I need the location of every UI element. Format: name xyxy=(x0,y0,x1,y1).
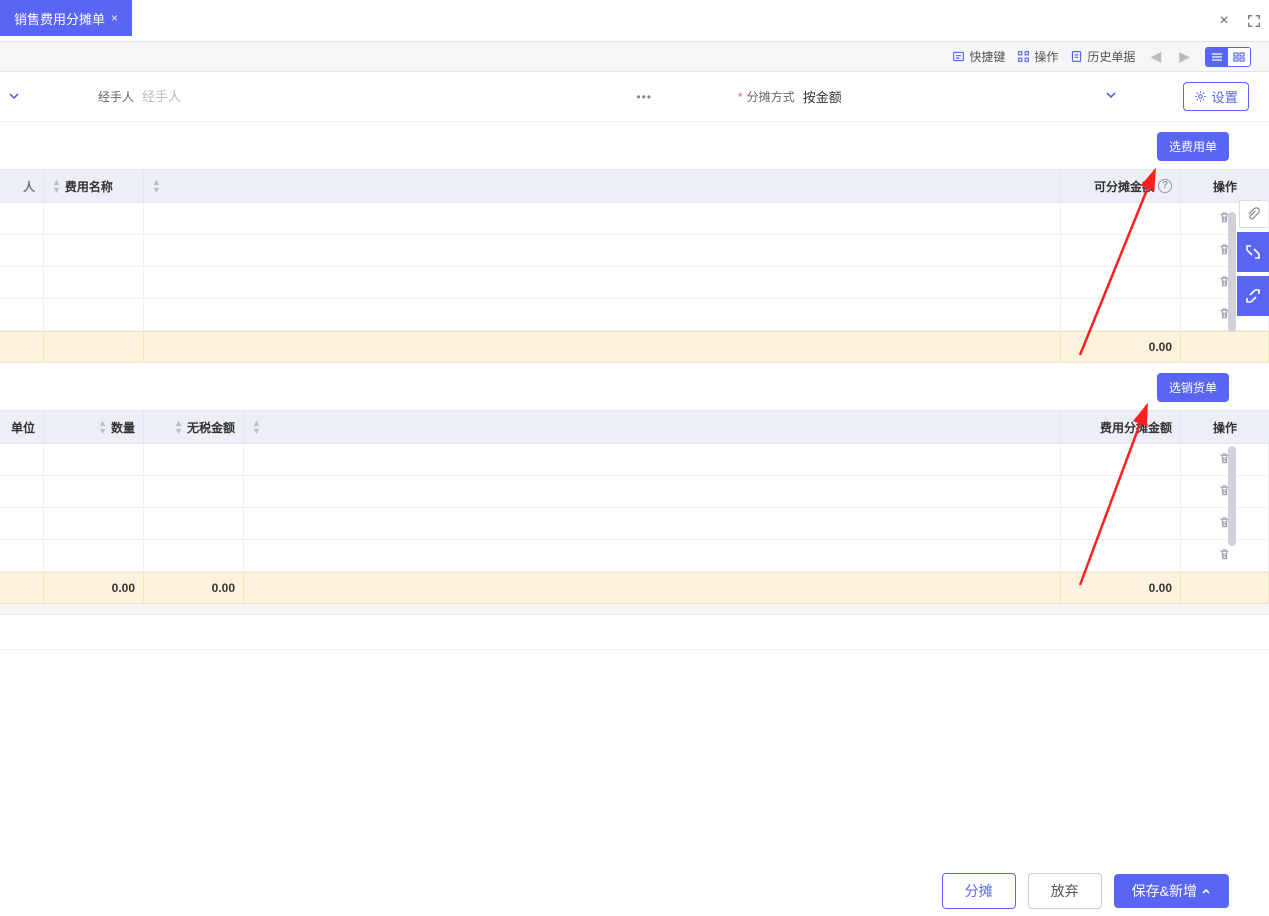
expense-section: 选费用单 人 ▲▼费用名称 ▲▼ 可分摊金额? 操作 0.00 xyxy=(0,122,1269,363)
th-op2: 操作 xyxy=(1181,411,1269,443)
tab-title: 销售费用分摊单 xyxy=(14,9,105,28)
table-row xyxy=(0,444,1269,476)
operate-label: 操作 xyxy=(1034,48,1058,65)
th-notax[interactable]: ▲▼无税金额 xyxy=(144,411,244,443)
th-qty[interactable]: ▲▼数量 xyxy=(44,411,144,443)
collapse-form-icon[interactable] xyxy=(0,89,28,105)
th-blank2[interactable]: ▲▼ xyxy=(244,411,1061,443)
handler-more-icon[interactable]: ••• xyxy=(630,90,658,104)
spacer-block xyxy=(0,614,1269,650)
delete-row-icon[interactable] xyxy=(1218,548,1231,564)
required-mark: * xyxy=(738,90,743,104)
th-col-left: 人 xyxy=(0,170,44,202)
save-new-button[interactable]: 保存&新增 xyxy=(1114,874,1229,908)
operate-link[interactable]: 操作 xyxy=(1017,48,1058,65)
th-expense-name[interactable]: ▲▼费用名称 xyxy=(44,170,144,202)
view-list-icon[interactable] xyxy=(1206,48,1228,66)
th-op: 操作 xyxy=(1181,170,1269,202)
total-alloc: 0.00 xyxy=(1061,573,1181,603)
table-row xyxy=(0,267,1269,299)
total-notax: 0.00 xyxy=(144,573,244,603)
expand-out-icon[interactable] xyxy=(1237,232,1269,272)
shortcut-link[interactable]: 快捷键 xyxy=(952,48,1005,65)
history-label: 历史单据 xyxy=(1087,48,1135,65)
save-new-label: 保存&新增 xyxy=(1132,881,1197,901)
total-allocatable: 0.00 xyxy=(1061,332,1181,362)
expense-thead: 人 ▲▼费用名称 ▲▼ 可分摊金额? 操作 xyxy=(0,169,1269,203)
method-input[interactable] xyxy=(803,89,1103,104)
prev-doc-icon[interactable]: ◀ xyxy=(1147,48,1164,65)
th-alloc-amount: 费用分摊金额 xyxy=(1061,411,1181,443)
side-rail xyxy=(1237,200,1269,316)
footer: 分摊 放弃 保存&新增 xyxy=(0,866,1269,916)
handler-label: 经手人 xyxy=(98,88,134,105)
scrollbar[interactable] xyxy=(1228,446,1236,546)
fullscreen-icon[interactable] xyxy=(1239,6,1269,36)
help-icon[interactable]: ? xyxy=(1158,179,1172,193)
table-row xyxy=(0,235,1269,267)
attachment-icon[interactable] xyxy=(1239,200,1267,228)
form-row: 经手人 ••• * 分摊方式 设置 xyxy=(0,72,1269,122)
th-blank[interactable]: ▲▼ xyxy=(144,170,1061,202)
sales-thead: 单位 ▲▼数量 ▲▼无税金额 ▲▼ 费用分摊金额 操作 xyxy=(0,410,1269,444)
discard-button[interactable]: 放弃 xyxy=(1028,873,1102,909)
select-sales-button[interactable]: 选销货单 xyxy=(1157,373,1229,402)
tabbar-right: × xyxy=(1209,0,1269,42)
history-link[interactable]: 历史单据 xyxy=(1070,48,1135,65)
next-doc-icon[interactable]: ▶ xyxy=(1176,48,1193,65)
handler-field: 经手人 ••• xyxy=(98,88,658,105)
method-dropdown-icon[interactable] xyxy=(1099,89,1123,104)
tab-active[interactable]: 销售费用分摊单 × xyxy=(0,0,132,36)
toolbar: 快捷键 操作 历史单据 ◀ ▶ xyxy=(0,42,1269,72)
view-toggle xyxy=(1205,47,1251,67)
handler-input[interactable] xyxy=(142,89,522,104)
th-allocatable-amount[interactable]: 可分摊金额? xyxy=(1061,170,1181,202)
settings-label: 设置 xyxy=(1211,87,1238,106)
table-row xyxy=(0,540,1269,572)
divider xyxy=(0,604,1269,614)
select-expense-button[interactable]: 选费用单 xyxy=(1157,132,1229,161)
sales-section: 选销货单 单位 ▲▼数量 ▲▼无税金额 ▲▼ 费用分摊金额 操作 0.00 0.… xyxy=(0,363,1269,604)
total-qty: 0.00 xyxy=(44,573,144,603)
table-row xyxy=(0,299,1269,331)
view-grid-icon[interactable] xyxy=(1228,48,1250,66)
method-label: 分摊方式 xyxy=(747,88,795,105)
table-row xyxy=(0,508,1269,540)
expense-table: 人 ▲▼费用名称 ▲▼ 可分摊金额? 操作 0.00 xyxy=(0,169,1269,363)
allocate-button[interactable]: 分摊 xyxy=(942,873,1016,909)
tab-bar: 销售费用分摊单 × × xyxy=(0,0,1269,42)
sales-table: 单位 ▲▼数量 ▲▼无税金额 ▲▼ 费用分摊金额 操作 0.00 0.00 0.… xyxy=(0,410,1269,604)
close-tab-icon[interactable]: × xyxy=(111,11,118,25)
method-field: * 分摊方式 xyxy=(688,88,1153,105)
close-window-icon[interactable]: × xyxy=(1209,6,1239,36)
sales-tfoot: 0.00 0.00 0.00 xyxy=(0,572,1269,604)
table-row xyxy=(0,203,1269,235)
shortcut-label: 快捷键 xyxy=(969,48,1005,65)
table-row xyxy=(0,476,1269,508)
expand-in-icon[interactable] xyxy=(1237,276,1269,316)
scrollbar[interactable] xyxy=(1228,212,1236,332)
settings-button[interactable]: 设置 xyxy=(1183,82,1249,111)
expense-tfoot: 0.00 xyxy=(0,331,1269,363)
th-unit: 单位 xyxy=(0,411,44,443)
chevron-up-icon xyxy=(1201,886,1211,896)
